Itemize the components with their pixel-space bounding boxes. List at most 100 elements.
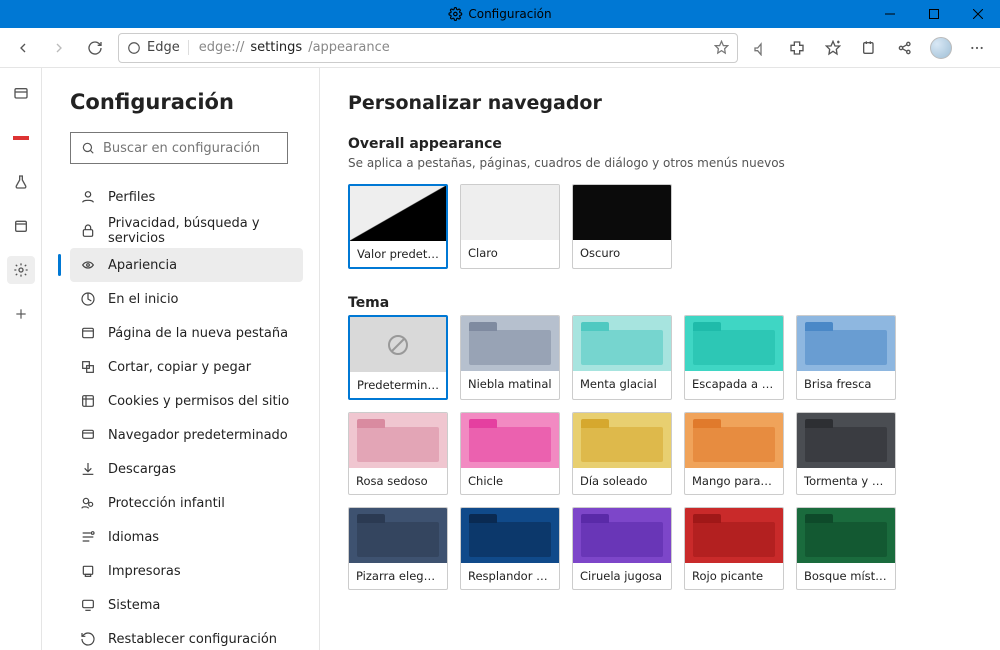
browser-toolbar: Edge edge://settings/appearance [0, 28, 1000, 68]
sidebar-item-label: Cortar, copiar y pegar [108, 360, 251, 375]
favorites-icon[interactable] [816, 31, 850, 65]
section-subtitle: Se aplica a pestañas, páginas, cuadros d… [348, 156, 972, 170]
rail-red-icon[interactable] [7, 124, 35, 152]
sidebar-item-label: Privacidad, búsqueda y servicios [108, 216, 293, 246]
settings-search[interactable] [70, 132, 288, 164]
settings-main: Personalizar navegador Overall appearanc… [320, 68, 1000, 650]
nav-item-icon [80, 257, 96, 273]
sidebar-item-label: Apariencia [108, 258, 177, 273]
address-bar[interactable]: Edge edge://settings/appearance [118, 33, 738, 63]
sidebar-item[interactable]: Idiomas [70, 520, 303, 554]
rail-history-icon[interactable] [7, 212, 35, 240]
read-aloud-icon[interactable] [744, 31, 778, 65]
theme-option[interactable]: Chicle [460, 412, 560, 495]
card-label: Brisa fresca [797, 371, 895, 397]
collections-icon[interactable] [852, 31, 886, 65]
gear-icon [448, 7, 462, 21]
card-label: Resplandor de luz … [461, 563, 559, 589]
sidebar-item[interactable]: Sistema [70, 588, 303, 622]
vertical-tab-rail [0, 68, 42, 650]
card-label: Claro [461, 240, 559, 266]
rail-flask-icon[interactable] [7, 168, 35, 196]
profile-avatar[interactable] [924, 31, 958, 65]
more-menu-icon[interactable] [960, 31, 994, 65]
appearance-option[interactable]: Oscuro [572, 184, 672, 269]
appearance-option[interactable]: Valor predetermin… [348, 184, 448, 269]
appearance-swatch [461, 185, 559, 240]
rail-tabs-icon[interactable] [7, 80, 35, 108]
sidebar-item[interactable]: Privacidad, búsqueda y servicios [70, 214, 303, 248]
sidebar-item[interactable]: Restablecer configuración [70, 622, 303, 650]
edge-icon [127, 41, 141, 55]
extensions-icon[interactable] [780, 31, 814, 65]
forward-button[interactable] [42, 31, 76, 65]
window-titlebar: Configuración [0, 0, 1000, 28]
card-label: Día soleado [573, 468, 671, 494]
card-label: Niebla matinal [461, 371, 559, 397]
theme-option[interactable]: Brisa fresca [796, 315, 896, 400]
theme-option[interactable]: Escapada a una isla [684, 315, 784, 400]
sidebar-item-label: En el inicio [108, 292, 179, 307]
page-title: Personalizar navegador [348, 92, 972, 114]
sidebar-item[interactable]: Página de la nueva pestaña [70, 316, 303, 350]
theme-option[interactable]: Día soleado [572, 412, 672, 495]
theme-option[interactable]: Bosque místico [796, 507, 896, 590]
theme-swatch [573, 413, 671, 468]
sidebar-heading: Configuración [70, 90, 303, 114]
minimize-button[interactable] [868, 0, 912, 28]
theme-option[interactable]: Menta glacial [572, 315, 672, 400]
appearance-option[interactable]: Claro [460, 184, 560, 269]
share-icon[interactable] [888, 31, 922, 65]
sidebar-item-label: Página de la nueva pestaña [108, 326, 288, 341]
sidebar-item[interactable]: Descargas [70, 452, 303, 486]
theme-option[interactable]: Pizarra elegante [348, 507, 448, 590]
refresh-button[interactable] [78, 31, 112, 65]
sidebar-item[interactable]: Apariencia [70, 248, 303, 282]
theme-option[interactable]: Rojo picante [684, 507, 784, 590]
settings-search-input[interactable] [103, 141, 277, 156]
nav-item-icon [80, 189, 96, 205]
sidebar-item[interactable]: Impresoras [70, 554, 303, 588]
nav-item-icon [80, 563, 96, 579]
sidebar-item[interactable]: Cookies y permisos del sitio [70, 384, 303, 418]
back-button[interactable] [6, 31, 40, 65]
sidebar-item[interactable]: Cortar, copiar y pegar [70, 350, 303, 384]
theme-swatch [685, 316, 783, 371]
rail-settings-icon[interactable] [7, 256, 35, 284]
theme-option[interactable]: Resplandor de luz … [460, 507, 560, 590]
theme-swatch [797, 413, 895, 468]
section-heading: Overall appearance [348, 136, 972, 152]
section-overall-appearance: Overall appearance Se aplica a pestañas,… [348, 136, 972, 269]
maximize-button[interactable] [912, 0, 956, 28]
theme-option[interactable]: Ciruela jugosa [572, 507, 672, 590]
nav-item-icon [80, 359, 96, 375]
favorite-star-icon[interactable] [714, 40, 729, 55]
card-label: Chicle [461, 468, 559, 494]
rail-add-tab-icon[interactable] [7, 300, 35, 328]
nav-item-icon [80, 393, 96, 409]
sidebar-item-label: Sistema [108, 598, 160, 613]
theme-swatch [461, 508, 559, 563]
theme-swatch [797, 316, 895, 371]
search-icon [81, 141, 95, 155]
close-button[interactable] [956, 0, 1000, 28]
sidebar-item[interactable]: Perfiles [70, 180, 303, 214]
theme-option[interactable]: Mango paradisíaco [684, 412, 784, 495]
sidebar-item[interactable]: En el inicio [70, 282, 303, 316]
card-label: Ciruela jugosa [573, 563, 671, 589]
theme-option[interactable]: Tormenta y oscurid… [796, 412, 896, 495]
sidebar-item-label: Navegador predeterminado [108, 428, 288, 443]
card-label: Predeterminado [350, 372, 446, 398]
theme-swatch [685, 413, 783, 468]
theme-swatch [461, 316, 559, 371]
sidebar-item-label: Perfiles [108, 190, 155, 205]
sidebar-item-label: Descargas [108, 462, 176, 477]
card-label: Rosa sedoso [349, 468, 447, 494]
sidebar-item[interactable]: Protección infantil [70, 486, 303, 520]
section-theme: Tema PredeterminadoNiebla matinalMenta g… [348, 295, 972, 590]
theme-swatch [573, 508, 671, 563]
theme-option[interactable]: Niebla matinal [460, 315, 560, 400]
theme-option[interactable]: Predeterminado [348, 315, 448, 400]
sidebar-item[interactable]: Navegador predeterminado [70, 418, 303, 452]
theme-option[interactable]: Rosa sedoso [348, 412, 448, 495]
